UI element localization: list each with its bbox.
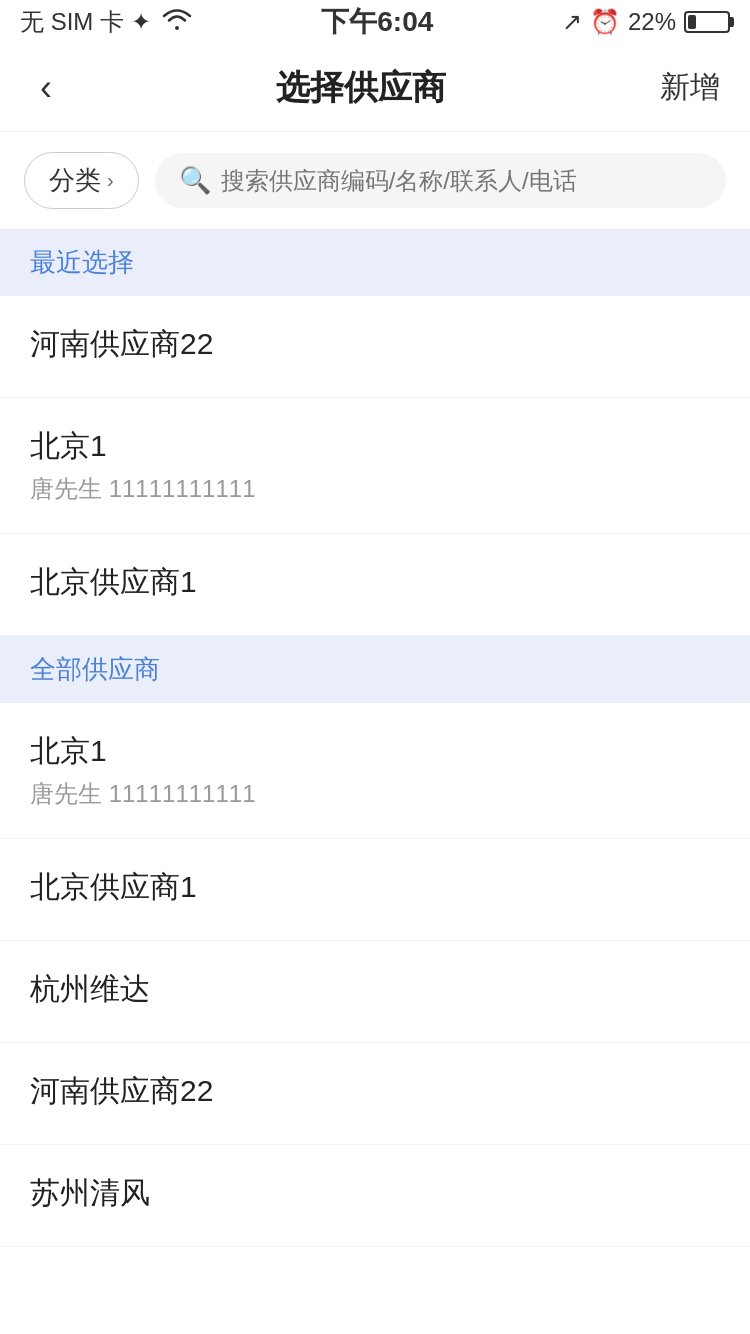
clock-icon: ⏰ [590, 8, 620, 36]
all-item-3[interactable]: 河南供应商22 [0, 1043, 750, 1145]
all-item-1[interactable]: 北京供应商1 [0, 839, 750, 941]
all-item-0[interactable]: 北京1 唐先生 11111111111 [0, 703, 750, 839]
recent-section-header: 最近选择 [0, 229, 750, 296]
location-icon: ↗ [562, 8, 582, 36]
search-box: 🔍 [155, 153, 726, 208]
status-right: ↗ ⏰ 22% [562, 8, 730, 36]
all-item-2[interactable]: 杭州维达 [0, 941, 750, 1043]
wifi-icon [161, 8, 193, 36]
item-name: 北京供应商1 [30, 562, 720, 603]
recent-item-2[interactable]: 北京供应商1 [0, 534, 750, 636]
item-name: 苏州清风 [30, 1173, 720, 1214]
filter-bar: 分类 › 🔍 [0, 132, 750, 229]
back-button[interactable]: ‹ [30, 57, 62, 119]
nav-bar: ‹ 选择供应商 新增 [0, 44, 750, 132]
item-name: 北京供应商1 [30, 867, 720, 908]
item-name: 北京1 [30, 731, 720, 772]
all-item-4[interactable]: 苏州清风 [0, 1145, 750, 1247]
search-input[interactable] [221, 167, 702, 195]
status-time: 下午6:04 [321, 3, 433, 41]
recent-items-list: 河南供应商22 北京1 唐先生 11111111111 北京供应商1 [0, 296, 750, 636]
status-left: 无 SIM 卡 ✦ [20, 6, 193, 38]
category-label: 分类 [49, 163, 101, 198]
battery-label: 22% [628, 8, 676, 36]
add-button[interactable]: 新增 [660, 67, 720, 108]
item-sub: 唐先生 11111111111 [30, 778, 720, 810]
item-name: 北京1 [30, 426, 720, 467]
page-title: 选择供应商 [276, 65, 446, 111]
battery-fill [688, 15, 696, 29]
recent-item-1[interactable]: 北京1 唐先生 11111111111 [0, 398, 750, 534]
search-icon: 🔍 [179, 165, 211, 196]
item-name: 杭州维达 [30, 969, 720, 1010]
chevron-right-icon: › [107, 169, 114, 192]
no-sim-label: 无 SIM 卡 ✦ [20, 6, 151, 38]
all-items-list: 北京1 唐先生 11111111111 北京供应商1 杭州维达 河南供应商22 … [0, 703, 750, 1247]
recent-section-label: 最近选择 [30, 247, 134, 277]
category-filter-button[interactable]: 分类 › [24, 152, 139, 209]
item-name: 河南供应商22 [30, 1071, 720, 1112]
all-section-label: 全部供应商 [30, 654, 160, 684]
item-name: 河南供应商22 [30, 324, 720, 365]
all-section-header: 全部供应商 [0, 636, 750, 703]
item-sub: 唐先生 11111111111 [30, 473, 720, 505]
status-bar: 无 SIM 卡 ✦ 下午6:04 ↗ ⏰ 22% [0, 0, 750, 44]
battery-bar [684, 11, 730, 33]
recent-item-0[interactable]: 河南供应商22 [0, 296, 750, 398]
